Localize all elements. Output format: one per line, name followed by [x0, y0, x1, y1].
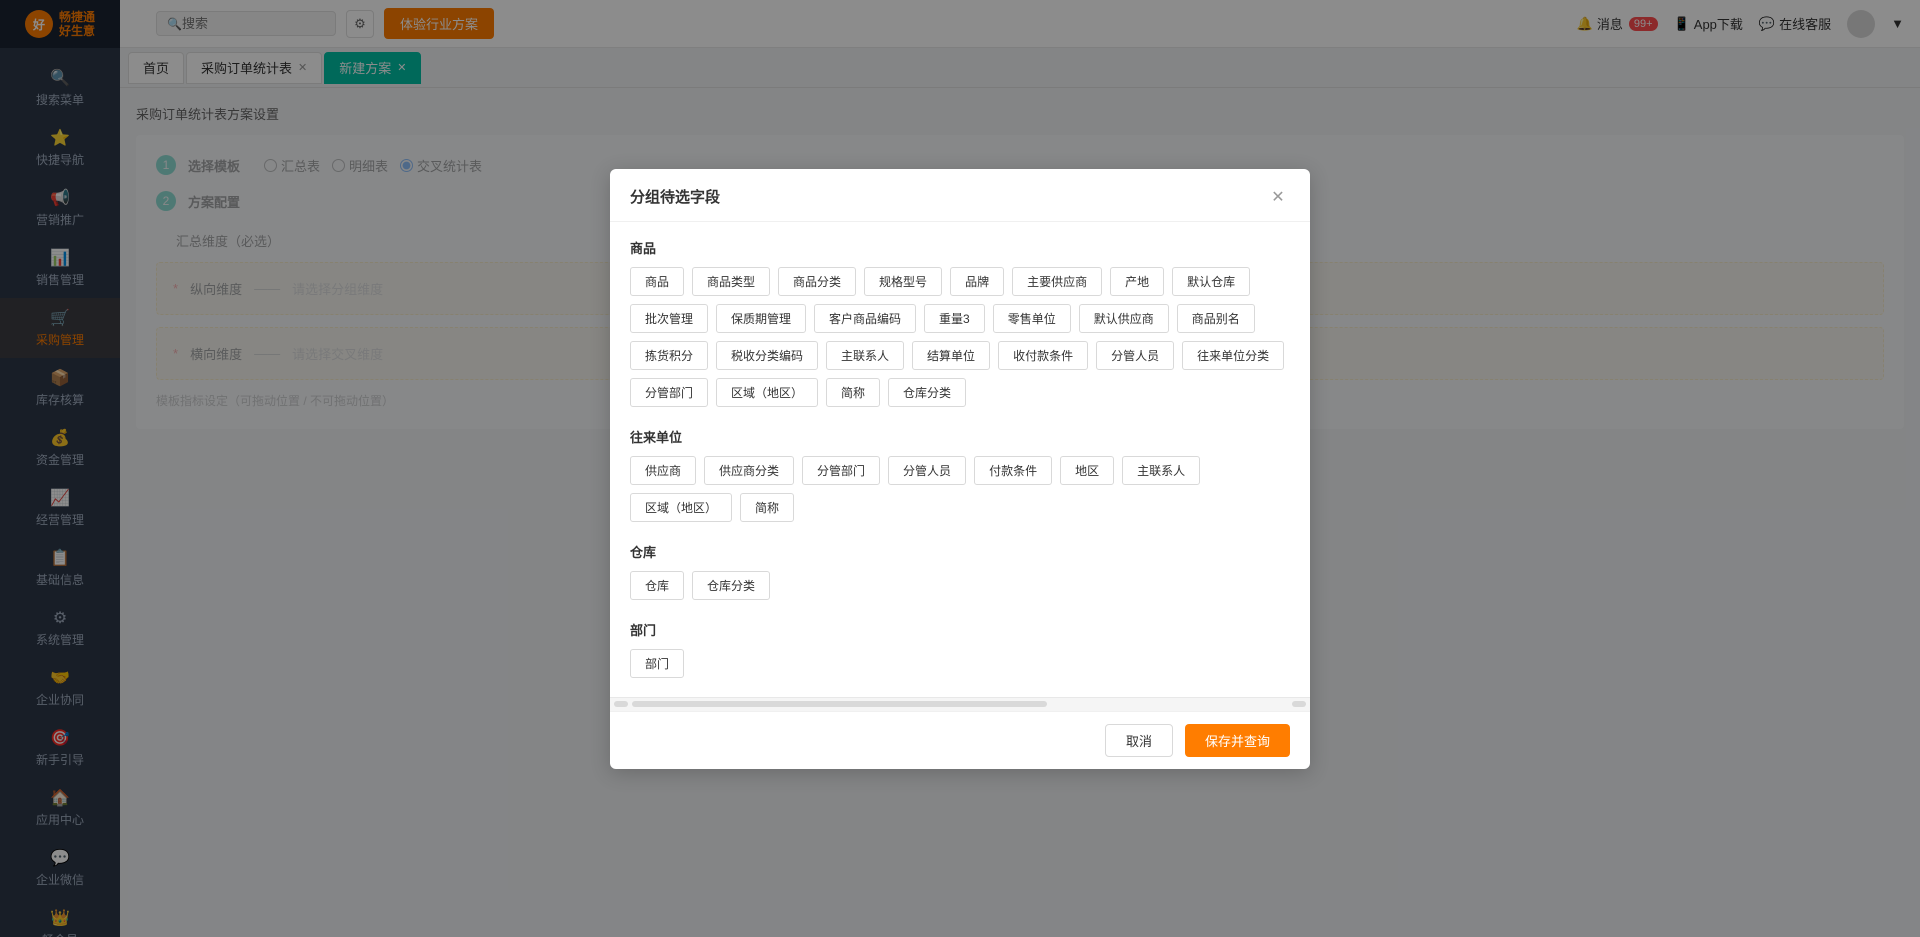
product-tags: 商品 商品类型 商品分类 规格型号 品牌 主要供应商 产地 默认仓库 批次管理 …: [630, 267, 1290, 407]
tag-dept-mgmt[interactable]: 分管部门: [630, 378, 708, 407]
tag-weight3[interactable]: 重量3: [924, 304, 985, 333]
modal-header: 分组待选字段 ✕: [610, 169, 1310, 222]
cancel-button[interactable]: 取消: [1105, 724, 1173, 757]
section-product: 商品 商品 商品类型 商品分类 规格型号 品牌 主要供应商 产地 默认仓库 批次…: [630, 238, 1290, 407]
tag-warehouse-cat[interactable]: 仓库分类: [692, 571, 770, 600]
tag-person[interactable]: 分管人员: [888, 456, 966, 485]
tag-expiry-mgmt[interactable]: 保质期管理: [716, 304, 806, 333]
tag-customer-product-code[interactable]: 客户商品编码: [814, 304, 916, 333]
section-dept: 部门 部门: [630, 620, 1290, 678]
warehouse-tags: 仓库 仓库分类: [630, 571, 1290, 600]
hscroll-thumb[interactable]: [632, 701, 1047, 707]
tag-region[interactable]: 区域（地区）: [716, 378, 818, 407]
tag-supplier-category[interactable]: 供应商分类: [704, 456, 794, 485]
tag-manager[interactable]: 分管人员: [1096, 341, 1174, 370]
tag-supplier[interactable]: 供应商: [630, 456, 696, 485]
tag-product-type[interactable]: 商品类型: [692, 267, 770, 296]
section-partner: 往来单位 供应商 供应商分类 分管部门 分管人员 付款条件 地区 主联系人 区域…: [630, 427, 1290, 522]
tag-default-supplier[interactable]: 默认供应商: [1079, 304, 1169, 333]
tag-origin[interactable]: 产地: [1110, 267, 1164, 296]
partner-tags: 供应商 供应商分类 分管部门 分管人员 付款条件 地区 主联系人 区域（地区） …: [630, 456, 1290, 522]
section-warehouse-title: 仓库: [630, 542, 1290, 561]
tag-payment-terms[interactable]: 收付款条件: [998, 341, 1088, 370]
tag-abbreviation[interactable]: 简称: [826, 378, 880, 407]
tag-retail-unit[interactable]: 零售单位: [993, 304, 1071, 333]
modal-body: 商品 商品 商品类型 商品分类 规格型号 品牌 主要供应商 产地 默认仓库 批次…: [610, 222, 1310, 697]
tag-department[interactable]: 部门: [630, 649, 684, 678]
field-select-modal: 分组待选字段 ✕ 商品 商品 商品类型 商品分类 规格型号 品牌 主要供应商 产…: [610, 169, 1310, 769]
tag-partner-category[interactable]: 往来单位分类: [1182, 341, 1284, 370]
tag-pay-terms[interactable]: 付款条件: [974, 456, 1052, 485]
tag-batch-mgmt[interactable]: 批次管理: [630, 304, 708, 333]
tag-main-contact[interactable]: 主联系人: [826, 341, 904, 370]
tag-pick-score[interactable]: 拣货积分: [630, 341, 708, 370]
section-partner-title: 往来单位: [630, 427, 1290, 446]
section-dept-title: 部门: [630, 620, 1290, 639]
modal-close-button[interactable]: ✕: [1266, 185, 1290, 209]
tag-main-contact2[interactable]: 主联系人: [1122, 456, 1200, 485]
tag-product[interactable]: 商品: [630, 267, 684, 296]
dept-tags: 部门: [630, 649, 1290, 678]
tag-product-alias[interactable]: 商品别名: [1177, 304, 1255, 333]
save-query-button[interactable]: 保存并查询: [1185, 724, 1290, 757]
tag-settlement-unit[interactable]: 结算单位: [912, 341, 990, 370]
tag-warehouse[interactable]: 仓库: [630, 571, 684, 600]
tag-brand[interactable]: 品牌: [950, 267, 1004, 296]
section-product-title: 商品: [630, 238, 1290, 257]
tag-region2[interactable]: 区域（地区）: [630, 493, 732, 522]
tag-spec-model[interactable]: 规格型号: [864, 267, 942, 296]
tag-dept[interactable]: 分管部门: [802, 456, 880, 485]
modal-footer: 取消 保存并查询: [610, 711, 1310, 769]
section-warehouse: 仓库 仓库 仓库分类: [630, 542, 1290, 600]
tag-abbreviation2[interactable]: 简称: [740, 493, 794, 522]
tag-default-warehouse[interactable]: 默认仓库: [1172, 267, 1250, 296]
tag-main-supplier[interactable]: 主要供应商: [1012, 267, 1102, 296]
tag-warehouse-category[interactable]: 仓库分类: [888, 378, 966, 407]
tag-product-category[interactable]: 商品分类: [778, 267, 856, 296]
tag-tax-code[interactable]: 税收分类编码: [716, 341, 818, 370]
modal-overlay: 分组待选字段 ✕ 商品 商品 商品类型 商品分类 规格型号 品牌 主要供应商 产…: [0, 0, 1920, 937]
modal-horizontal-scrollbar[interactable]: [610, 697, 1310, 711]
tag-area[interactable]: 地区: [1060, 456, 1114, 485]
modal-title: 分组待选字段: [630, 186, 720, 207]
